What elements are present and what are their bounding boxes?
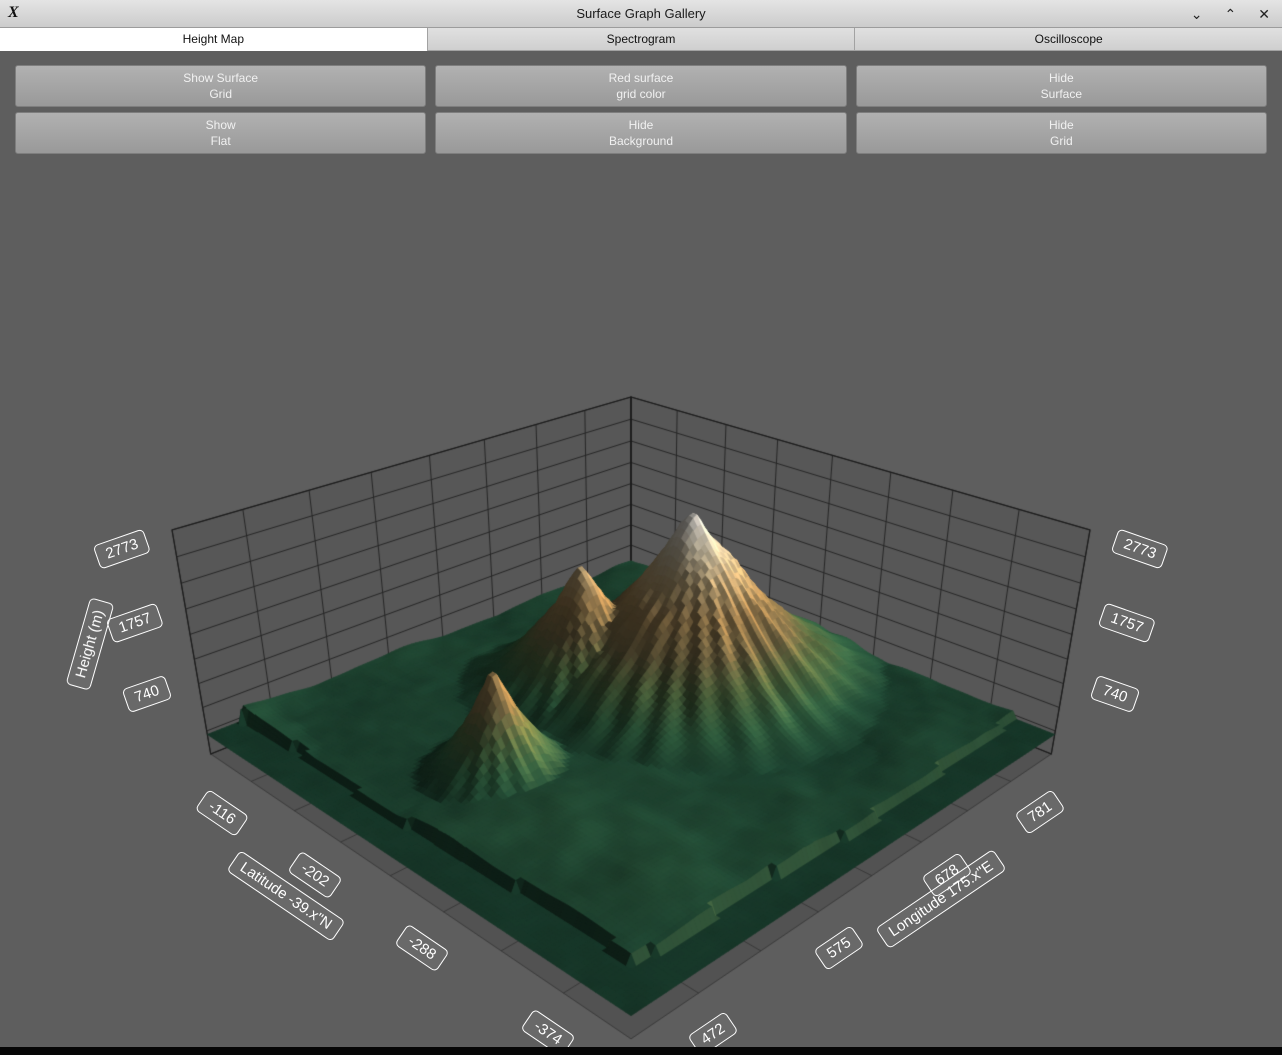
- surface-plot-canvas[interactable]: [0, 155, 1282, 1047]
- tab-spectrogram[interactable]: Spectrogram: [428, 28, 856, 51]
- tab-height-map[interactable]: Height Map: [0, 28, 428, 51]
- show-surface-grid-button[interactable]: Show Surface Grid: [15, 65, 426, 107]
- shade-button[interactable]: ⌄: [1191, 7, 1203, 21]
- button-label: Surface: [857, 86, 1266, 102]
- button-label: Flat: [16, 133, 425, 149]
- red-surface-grid-color-button[interactable]: Red surface grid color: [435, 65, 846, 107]
- button-label: Hide: [857, 70, 1266, 86]
- window-controls: ⌄ ⌃ ✕: [1191, 0, 1270, 28]
- button-label: grid color: [436, 86, 845, 102]
- button-label: Show Surface: [16, 70, 425, 86]
- app-icon[interactable]: X: [8, 5, 19, 21]
- hide-background-button[interactable]: Hide Background: [435, 112, 846, 154]
- close-button[interactable]: ✕: [1258, 7, 1270, 21]
- button-label: Show: [16, 117, 425, 133]
- button-label: Grid: [16, 86, 425, 102]
- button-label: Hide: [857, 117, 1266, 133]
- window-title: Surface Graph Gallery: [0, 6, 1282, 21]
- show-flat-button[interactable]: Show Flat: [15, 112, 426, 154]
- button-label: Background: [436, 133, 845, 149]
- window: X Surface Graph Gallery ⌄ ⌃ ✕ Height Map…: [0, 0, 1282, 1055]
- tab-oscilloscope[interactable]: Oscilloscope: [855, 28, 1282, 51]
- hide-grid-button[interactable]: Hide Grid: [856, 112, 1267, 154]
- hide-surface-button[interactable]: Hide Surface: [856, 65, 1267, 107]
- titlebar: X Surface Graph Gallery ⌄ ⌃ ✕: [0, 0, 1282, 28]
- button-label: Grid: [857, 133, 1266, 149]
- button-label: Hide: [436, 117, 845, 133]
- tab-bar: Height Map Spectrogram Oscilloscope: [0, 28, 1282, 51]
- surface-plot: -116-202-288-374472575678781277327731757…: [0, 155, 1282, 1047]
- button-label: Red surface: [436, 70, 845, 86]
- toolbar: Show Surface Grid Red surface grid color…: [0, 51, 1282, 154]
- maximize-button[interactable]: ⌃: [1225, 7, 1237, 21]
- bottom-edge: [0, 1047, 1282, 1055]
